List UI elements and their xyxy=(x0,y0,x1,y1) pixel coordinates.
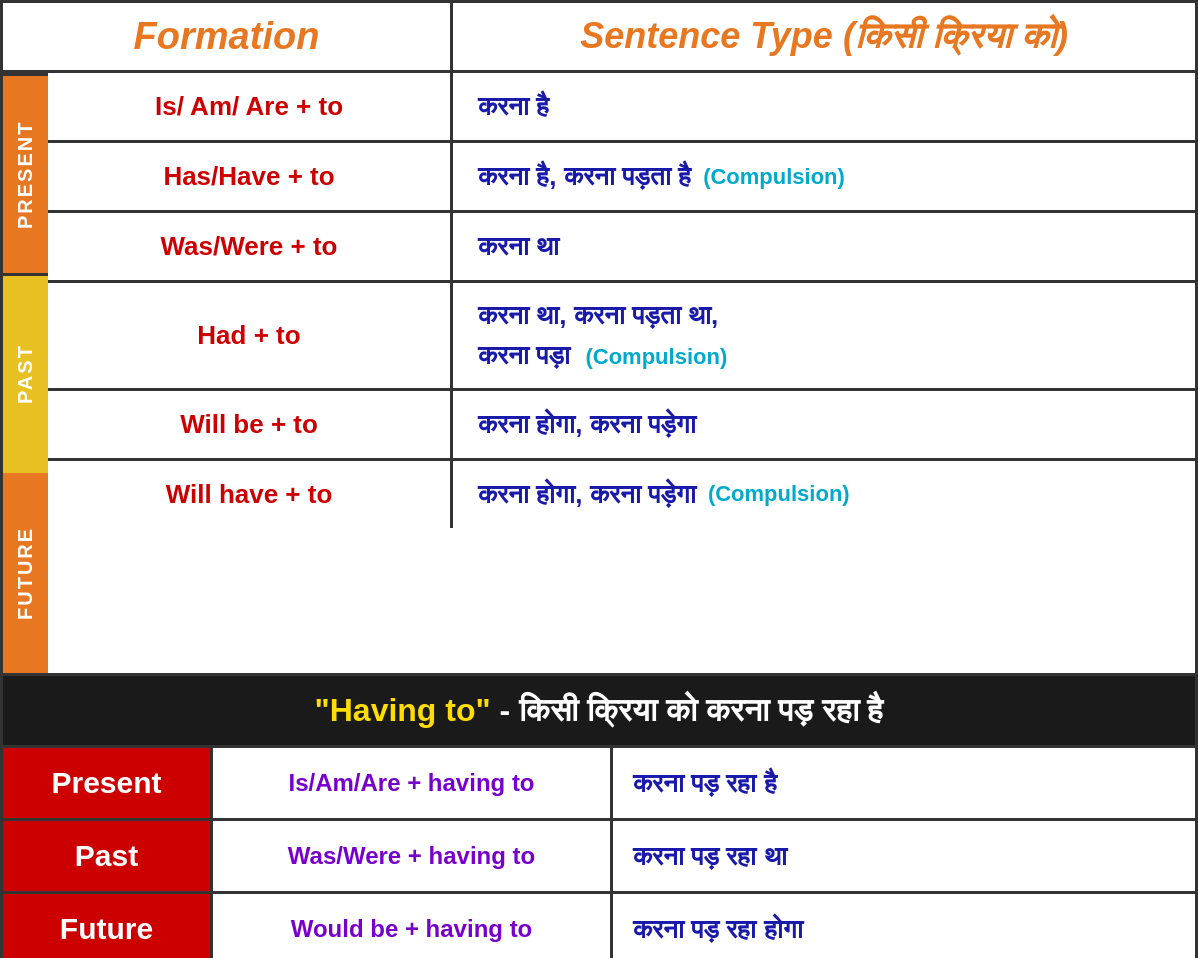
sentence-line2-wrapper: करना पड़ा (Compulsion) xyxy=(478,337,727,373)
formation-cell-6: Will have + to xyxy=(48,461,453,528)
main-table: PRESENT PAST FUTURE Is/ Am/ Are + to करन… xyxy=(3,73,1195,673)
sentence-cell-1: करना है xyxy=(453,73,1195,140)
sentence-cell-2: करना है, करना पड़ता है (Compulsion) xyxy=(453,143,1195,210)
table-row: Will have + to करना होगा, करना पड़ेगा (C… xyxy=(48,461,1195,528)
table-row: Had + to करना था, करना पड़ता था, करना पड… xyxy=(48,283,1195,391)
formation-cell-4: Had + to xyxy=(48,283,453,388)
table-row: Has/Have + to करना है, करना पड़ता है (Co… xyxy=(48,143,1195,213)
having-sentence-future: करना पड़ रहा होगा xyxy=(613,894,1195,958)
having-tense-future: Future xyxy=(3,894,213,958)
past-label: PAST xyxy=(3,273,48,473)
having-to-white: - किसी क्रिया को करना पड़ रहा है xyxy=(491,692,884,728)
formation-cell-3: Was/Were + to xyxy=(48,213,453,280)
having-formation-future: Would be + having to xyxy=(213,894,613,958)
sentence-cell-5: करना होगा, करना पड़ेगा xyxy=(453,391,1195,458)
sentence-text-2: करना है, करना पड़ता है xyxy=(478,161,691,192)
side-labels: PRESENT PAST FUTURE xyxy=(3,73,48,673)
having-present-row: Present Is/Am/Are + having to करना पड़ र… xyxy=(3,745,1195,818)
formation-cell-2: Has/Have + to xyxy=(48,143,453,210)
sentence-cell-3: करना था xyxy=(453,213,1195,280)
header-formation: Formation xyxy=(3,3,453,70)
having-sentence-present: करना पड़ रहा है xyxy=(613,748,1195,818)
having-sentence-past: करना पड़ रहा था xyxy=(613,821,1195,891)
table-row: Will be + to करना होगा, करना पड़ेगा xyxy=(48,391,1195,461)
having-tense-past: Past xyxy=(3,821,213,891)
having-to-header: "Having to" - किसी क्रिया को करना पड़ रह… xyxy=(3,673,1195,745)
having-to-yellow: "Having to" xyxy=(315,692,491,728)
sentence-cell-4: करना था, करना पड़ता था, करना पड़ा (Compu… xyxy=(453,283,1195,388)
compulsion-label-1: (Compulsion) xyxy=(703,164,845,190)
having-tense-present: Present xyxy=(3,748,213,818)
future-label: FUTURE xyxy=(3,473,48,673)
main-container: Formation Sentence Type (किसी क्रिया को)… xyxy=(0,0,1198,958)
header-sentence-type: Sentence Type (किसी क्रिया को) xyxy=(453,3,1195,70)
compulsion-label-2: (Compulsion) xyxy=(585,344,727,369)
sentence-line2: करना पड़ा xyxy=(478,340,570,370)
sentence-cell-6: करना होगा, करना पड़ेगा (Compulsion) xyxy=(453,461,1195,528)
formation-cell-5: Will be + to xyxy=(48,391,453,458)
table-row: Was/Were + to करना था xyxy=(48,213,1195,283)
content-area: Is/ Am/ Are + to करना है Has/Have + to क… xyxy=(48,73,1195,673)
having-past-row: Past Was/Were + having to करना पड़ रहा थ… xyxy=(3,818,1195,891)
present-label: PRESENT xyxy=(3,73,48,273)
table-row: Is/ Am/ Are + to करना है xyxy=(48,73,1195,143)
compulsion-label-3: (Compulsion) xyxy=(708,481,850,507)
sentence-line1: करना था, करना पड़ता था, xyxy=(478,297,718,333)
formation-cell-1: Is/ Am/ Are + to xyxy=(48,73,453,140)
header-row: Formation Sentence Type (किसी क्रिया को) xyxy=(3,3,1195,73)
having-future-row: Future Would be + having to करना पड़ रहा… xyxy=(3,891,1195,958)
having-formation-present: Is/Am/Are + having to xyxy=(213,748,613,818)
having-to-section: "Having to" - किसी क्रिया को करना पड़ रह… xyxy=(3,673,1195,958)
sentence-text-6: करना होगा, करना पड़ेगा xyxy=(478,479,696,510)
having-formation-past: Was/Were + having to xyxy=(213,821,613,891)
